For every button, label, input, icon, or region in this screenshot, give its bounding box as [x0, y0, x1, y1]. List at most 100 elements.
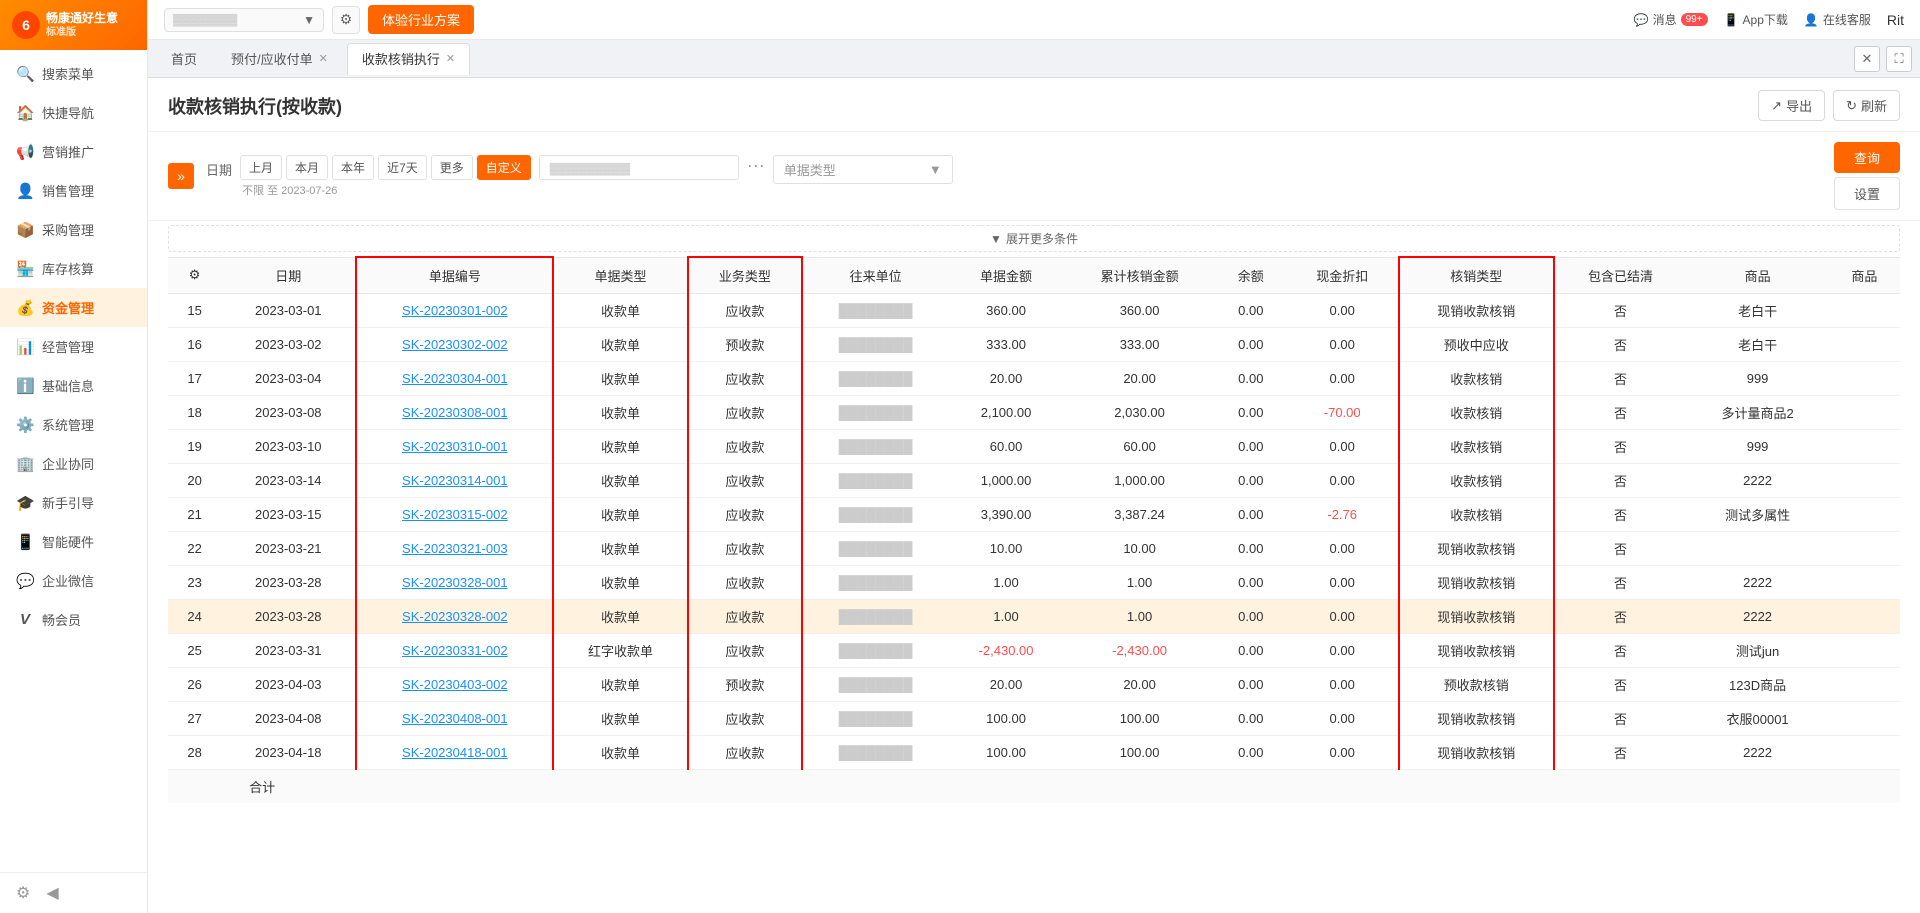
export-button[interactable]: ↗ 导出	[1758, 90, 1825, 121]
operation-icon: 📊	[16, 338, 34, 356]
logo-icon: 6	[12, 11, 40, 39]
date-7days-button[interactable]: 近7天	[378, 155, 427, 180]
date-more-button[interactable]: 更多	[431, 155, 473, 180]
counterparty-filter-input[interactable]: ▓▓▓▓▓▓▓▓▓▓	[539, 155, 739, 180]
th-doc-no[interactable]: 单据编号	[356, 257, 553, 294]
sidebar-item-inventory[interactable]: 🏪 库存核算	[0, 249, 147, 288]
table-row: 282023-04-18SK-20230418-001收款单应收款███████…	[168, 736, 1900, 770]
industry-solution-button[interactable]: 体验行业方案	[368, 5, 474, 34]
sidebar-footer: ⚙ ◀	[0, 872, 147, 913]
app-download-item[interactable]: 📱 App下载	[1724, 11, 1788, 28]
search-nav-icon: 🔍	[16, 65, 34, 83]
sidebar-item-label: 企业微信	[42, 571, 94, 590]
query-button[interactable]: 查询	[1834, 142, 1900, 173]
th-counterparty[interactable]: 往来单位	[802, 257, 948, 294]
th-verify-type[interactable]: 核销类型	[1399, 257, 1553, 294]
page-header: 收款核销执行(按收款) ↗ 导出 ↻ 刷新	[148, 78, 1920, 132]
date-custom-button[interactable]: 自定义	[477, 155, 531, 180]
sidebar-item-search[interactable]: 🔍 搜索菜单	[0, 54, 147, 93]
th-verified[interactable]: 累计核销金额	[1064, 257, 1215, 294]
marketing-icon: 📢	[16, 143, 34, 161]
user-profile[interactable]: Rit	[1887, 12, 1904, 28]
refresh-button[interactable]: ↻ 刷新	[1833, 90, 1900, 121]
guide-icon: 🎓	[16, 494, 34, 512]
tab-maximize-button[interactable]: ⛶	[1886, 46, 1912, 72]
tab-home[interactable]: 首页	[156, 43, 212, 75]
tab-label: 预付/应收付单	[231, 49, 313, 68]
tab-close-all-button[interactable]: ✕	[1854, 46, 1880, 72]
sidebar-item-basic[interactable]: ℹ️ 基础信息	[0, 366, 147, 405]
date-this-year-button[interactable]: 本年	[332, 155, 374, 180]
filter-more-dots[interactable]: ···	[747, 155, 765, 176]
sidebar-item-label: 系统管理	[42, 415, 94, 434]
hardware-icon: 📱	[16, 533, 34, 551]
table-row: 262023-04-03SK-20230403-002收款单预收款███████…	[168, 668, 1900, 702]
doc-type-filter-select[interactable]: 单据类型 ▼	[773, 155, 953, 184]
filter-toggle-button[interactable]: »	[168, 163, 194, 189]
sidebar-item-label: 经营管理	[42, 337, 94, 356]
online-service-item[interactable]: 👤 在线客服	[1804, 11, 1871, 28]
message-item[interactable]: 💬 消息 99+	[1634, 11, 1708, 28]
filter-area: » 日期 上月 本月 本年 近7天 更多 自定义 不限 至 2023-07-26…	[148, 132, 1920, 221]
sidebar-item-purchase[interactable]: 📦 采购管理	[0, 210, 147, 249]
th-date[interactable]: 日期	[221, 257, 356, 294]
user-name: Rit	[1887, 12, 1904, 28]
sidebar-item-label: 营销推广	[42, 142, 94, 161]
message-badge: 99+	[1681, 13, 1708, 26]
sidebar-item-operation[interactable]: 📊 经营管理	[0, 327, 147, 366]
expand-icon: ▼	[990, 232, 1002, 246]
settings-footer-icon[interactable]: ⚙	[16, 883, 30, 903]
top-bar: ▓▓▓▓▓▓▓▓ ▼ ⚙ 体验行业方案 💬 消息 99+ 📱 App下载 👤 在…	[148, 0, 1920, 40]
date-filter-label: 日期	[206, 155, 232, 179]
tab-close-icon[interactable]: ✕	[319, 52, 328, 65]
service-icon: 👤	[1804, 13, 1819, 27]
tab-label: 首页	[171, 49, 197, 68]
collapse-sidebar-icon[interactable]: ◀	[46, 883, 58, 903]
date-last-month-button[interactable]: 上月	[240, 155, 282, 180]
online-service-label: 在线客服	[1823, 11, 1871, 28]
sidebar-item-enterprise[interactable]: 🏢 企业协同	[0, 444, 147, 483]
th-balance[interactable]: 余额	[1215, 257, 1286, 294]
table-row: 172023-03-04SK-20230304-001收款单应收款███████…	[168, 362, 1900, 396]
sidebar: 6 畅康通好生意 标准版 🔍 搜索菜单 🏠 快捷导航 📢 营销推广 👤 销售管理…	[0, 0, 148, 913]
date-range-text: 不限 至 2023-07-26	[240, 182, 337, 198]
sidebar-item-label: 畅会员	[42, 610, 81, 629]
th-num: ⚙	[168, 257, 221, 294]
th-amount[interactable]: 单据金额	[948, 257, 1064, 294]
setting-button[interactable]: 设置	[1834, 177, 1900, 210]
sidebar-item-quicknav[interactable]: 🏠 快捷导航	[0, 93, 147, 132]
sidebar-item-hardware[interactable]: 📱 智能硬件	[0, 522, 147, 561]
tab-prepay[interactable]: 预付/应收付单 ✕	[216, 43, 343, 75]
expand-more-button[interactable]: ▼ 展开更多条件	[168, 225, 1900, 252]
app-logo: 6 畅康通好生意 标准版	[0, 0, 147, 50]
tab-receipt-exec[interactable]: 收款核销执行 ✕	[347, 43, 470, 75]
tab-label: 收款核销执行	[362, 49, 440, 68]
sidebar-item-guide[interactable]: 🎓 新手引导	[0, 483, 147, 522]
th-product2[interactable]: 商品	[1829, 257, 1900, 294]
sidebar-item-label: 库存核算	[42, 259, 94, 278]
th-product[interactable]: 商品	[1686, 257, 1828, 294]
tab-close-icon[interactable]: ✕	[446, 52, 455, 65]
wechat-icon: 💬	[16, 572, 34, 590]
sidebar-item-finance[interactable]: 💰 资金管理	[0, 288, 147, 327]
th-include-settled[interactable]: 包含已结清	[1554, 257, 1687, 294]
sidebar-item-system[interactable]: ⚙️ 系统管理	[0, 405, 147, 444]
th-doc-type[interactable]: 单据类型	[553, 257, 687, 294]
refresh-icon: ↻	[1846, 98, 1857, 114]
sidebar-item-wechat[interactable]: 💬 企业微信	[0, 561, 147, 600]
main-content: ▓▓▓▓▓▓▓▓ ▼ ⚙ 体验行业方案 💬 消息 99+ 📱 App下载 👤 在…	[148, 0, 1920, 913]
th-discount[interactable]: 现金折扣	[1286, 257, 1399, 294]
sidebar-item-label: 智能硬件	[42, 532, 94, 551]
home-icon: 🏠	[16, 104, 34, 122]
sidebar-nav: 🔍 搜索菜单 🏠 快捷导航 📢 营销推广 👤 销售管理 📦 采购管理 🏪 库存核…	[0, 50, 147, 872]
table-row: 252023-03-31SK-20230331-002红字收款单应收款█████…	[168, 634, 1900, 668]
sidebar-item-sales[interactable]: 👤 销售管理	[0, 171, 147, 210]
date-this-month-button[interactable]: 本月	[286, 155, 328, 180]
table-wrap[interactable]: ⚙ 日期 单据编号 单据类型 业务类型 往来单位 单据金额 累计核销金额 余额 …	[148, 256, 1920, 913]
table-header-row: ⚙ 日期 单据编号 单据类型 业务类型 往来单位 单据金额 累计核销金额 余额 …	[168, 257, 1900, 294]
sidebar-item-marketing[interactable]: 📢 营销推广	[0, 132, 147, 171]
workspace-selector[interactable]: ▓▓▓▓▓▓▓▓ ▼	[164, 8, 324, 32]
sidebar-item-member[interactable]: V 畅会员	[0, 600, 147, 639]
gear-button[interactable]: ⚙	[332, 6, 360, 34]
th-biz-type[interactable]: 业务类型	[688, 257, 802, 294]
